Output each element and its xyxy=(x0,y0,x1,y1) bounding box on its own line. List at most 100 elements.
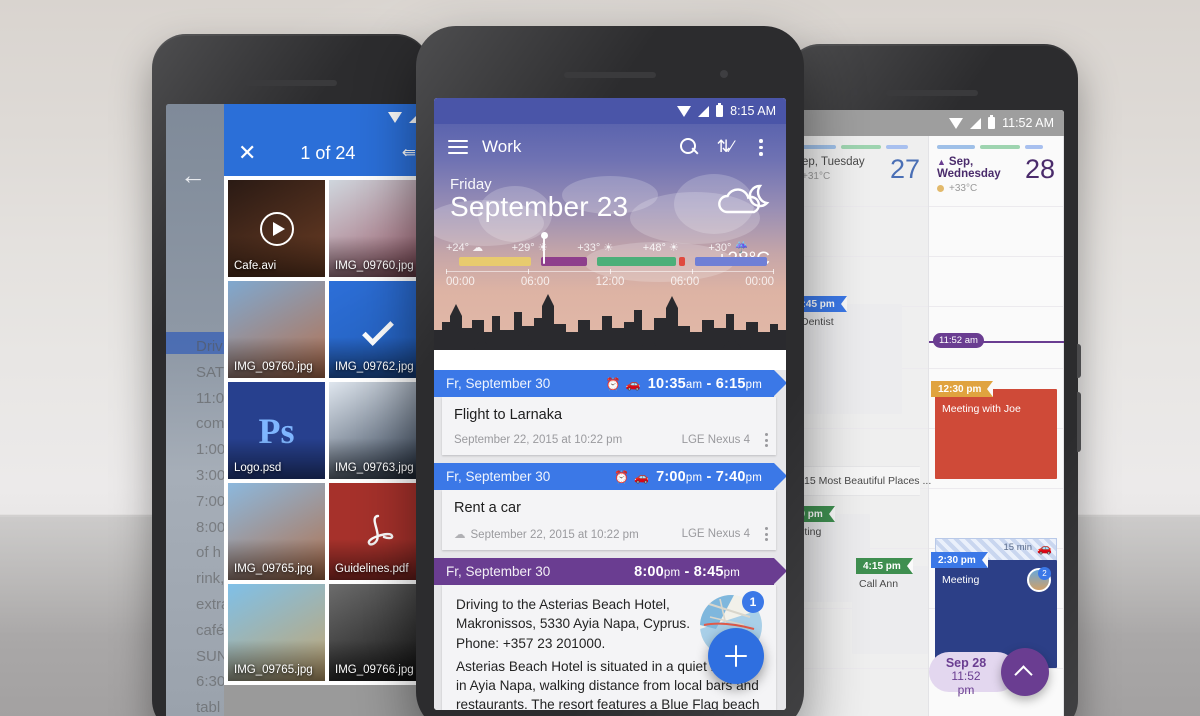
left-phone-device: ← Driv SAT 11:0 com 1:00 3:00 7:00 8:00 of h rink… xyxy=(152,34,430,716)
gallery-tile[interactable]: IMG_09762.jpg xyxy=(329,281,426,378)
attendee-count-badge: 2 xyxy=(1038,567,1051,580)
event-title: Rent a car xyxy=(454,500,521,516)
file-name: IMG_09765.jpg xyxy=(234,563,313,575)
right-phone-device: 11:52 AM ep, Tuesday +31°C 27 1:45 pm De… xyxy=(786,44,1081,716)
wifi-icon xyxy=(388,111,402,123)
selection-count: 1 of 24 xyxy=(300,142,356,163)
day-number: 27 xyxy=(889,154,920,184)
event-ribbon: Fr, September 30 8:00pm - 8:45pm xyxy=(434,558,786,585)
app-title: Work xyxy=(482,137,522,156)
gallery-tile[interactable]: IMG_09763.jpg xyxy=(329,382,426,479)
travel-duration: 15 min xyxy=(1003,542,1032,553)
file-name: IMG_09765.jpg xyxy=(234,664,313,676)
forecast-bar-3 xyxy=(678,257,686,266)
event-start-ampm: pm xyxy=(685,471,703,484)
center-phone-device: 8:15 AM Work ⇅⁄ Friday September 23 +24°… xyxy=(416,26,804,716)
wifi-icon xyxy=(949,117,964,129)
timeline-hour-4: 00:00 xyxy=(745,276,775,288)
calendar-week-view: ep, Tuesday +31°C 27 1:45 pm Dentist 15 … xyxy=(794,136,1064,716)
day-number: 28 xyxy=(1024,154,1055,184)
left-phone-screen: ← Driv SAT 11:0 com 1:00 3:00 7:00 8:00 of h rink… xyxy=(166,104,430,716)
overflow-menu-icon[interactable] xyxy=(750,136,772,158)
sync-disabled-icon[interactable]: ⇅⁄ xyxy=(714,136,736,158)
battery-icon xyxy=(716,103,724,117)
event-date: Fr, September 30 xyxy=(446,469,551,484)
earpiece xyxy=(886,90,978,96)
gallery-tile[interactable]: IMG_09765.jpg xyxy=(228,584,325,681)
weather-hero: Work ⇅⁄ Friday September 23 +24° ☁ +29° … xyxy=(434,124,786,350)
calendar-event-call-ann[interactable]: 4:15 pm Call Ann xyxy=(852,558,928,654)
cloud-moon-icon xyxy=(718,184,770,214)
current-time-label: 11:52 am xyxy=(933,333,984,348)
file-name: IMG_09766.jpg xyxy=(335,664,414,676)
event-end-ampm: pm xyxy=(745,378,762,391)
share-icon[interactable]: ⇚ xyxy=(402,143,416,163)
event-item-flight[interactable]: Fr, September 30 ⏰ 🚗 10:35am - 6:15pm Fl… xyxy=(434,370,786,455)
day-temperature: +31°C xyxy=(802,171,831,182)
event-time-flag: 2:30 pm xyxy=(931,552,988,568)
calendar-day-column-28[interactable]: ▲ Sep, Wednesday +33°C 28 11:52 am 12:30 … xyxy=(929,136,1064,716)
event-title: Meeting with Joe xyxy=(942,403,1021,415)
wifi-icon xyxy=(677,105,692,117)
event-time-flag: 12:30 pm xyxy=(931,381,994,397)
center-phone-screen: 8:15 AM Work ⇅⁄ Friday September 23 +24°… xyxy=(434,98,786,710)
gallery-tile[interactable]: Cafe.avi xyxy=(228,180,325,277)
gallery-tile[interactable]: IMG_09760.jpg xyxy=(329,180,426,277)
event-start-ampm: am xyxy=(685,378,703,391)
rain-icon: ☔ xyxy=(734,242,749,254)
gallery-tile[interactable]: Guidelines.pdf xyxy=(329,483,426,580)
calendar-day-column-27[interactable]: ep, Tuesday +31°C 27 1:45 pm Dentist 15 … xyxy=(794,136,931,716)
app-bar: Work ⇅⁄ xyxy=(434,124,786,170)
event-item-rent-car[interactable]: Fr, September 30 ⏰ 🚗 7:00pm - 7:40pm Ren… xyxy=(434,463,786,550)
overflow-menu-icon[interactable] xyxy=(765,527,768,541)
event-ribbon: Fr, September 30 ⏰ 🚗 7:00pm - 7:40pm xyxy=(434,463,786,490)
scroll-up-fab[interactable] xyxy=(1001,648,1049,696)
event-title: Dentist xyxy=(801,316,834,328)
scene: ← Driv SAT 11:0 com 1:00 3:00 7:00 8:00 of h rink… xyxy=(0,0,1200,716)
forecast-bar-0 xyxy=(459,257,532,266)
event-ribbon: Fr, September 30 ⏰ 🚗 10:35am - 6:15pm xyxy=(434,370,786,397)
event-card[interactable]: Flight to Larnaka September 22, 2015 at … xyxy=(442,397,776,455)
gallery-tile[interactable]: Ps Logo.psd xyxy=(228,382,325,479)
gallery-app-bar: ✕ 1 of 24 ⇚ xyxy=(224,130,430,176)
right-status-bar: 11:52 AM xyxy=(794,110,1064,136)
device-name: LGE Nexus 4 xyxy=(681,528,750,540)
day-label: ep, Tuesday xyxy=(802,156,865,168)
forecast-temp-0: +24° ☁ xyxy=(446,242,484,254)
play-icon[interactable] xyxy=(259,211,294,246)
search-icon[interactable] xyxy=(678,136,700,158)
event-date: Fr, September 30 xyxy=(446,564,551,579)
day-header-27: ep, Tuesday +31°C 27 xyxy=(794,136,928,190)
front-camera xyxy=(720,70,728,78)
back-arrow-icon[interactable]: ← xyxy=(180,160,206,191)
avatar[interactable]: 2 xyxy=(1027,567,1051,592)
forecast-temp-3: +48° ☀ xyxy=(642,242,679,254)
calendar-event-meeting-joe[interactable]: 12:30 pm Meeting with Joe xyxy=(931,381,1057,479)
calendar-event-article[interactable]: 15 Most Beautiful Places ... xyxy=(794,466,931,496)
left-status-bar xyxy=(224,104,430,130)
event-start-time: 7:00 xyxy=(656,468,686,485)
sync-timestamp: September 22, 2015 at 10:22 pm xyxy=(454,434,623,446)
gallery-tile[interactable]: IMG_09765.jpg xyxy=(228,483,325,580)
sun-icon: ☀ xyxy=(668,242,679,254)
file-name: IMG_09762.jpg xyxy=(335,361,414,373)
car-icon: 🚗 xyxy=(634,469,650,484)
hamburger-menu-icon[interactable] xyxy=(448,136,468,158)
add-event-fab[interactable] xyxy=(708,628,764,684)
clock: 11:52 AM xyxy=(1002,116,1054,130)
event-meta: ☁ September 22, 2015 at 10:22 pm LGE Nexu… xyxy=(454,527,768,541)
timeline-axis xyxy=(446,269,774,274)
gallery-panel: ✕ 1 of 24 ⇚ Cafe.avi IMG_09760.jpg IMG_0… xyxy=(224,104,430,716)
calendar-event-dentist[interactable]: 1:45 pm Dentist xyxy=(794,296,902,414)
gallery-tile[interactable]: IMG_09760.jpg xyxy=(228,281,325,378)
gallery-tile[interactable]: IMG_09766.jpg xyxy=(329,584,426,681)
cloud-icon: ☁ xyxy=(472,242,484,254)
device-name: LGE Nexus 4 xyxy=(681,434,750,446)
alarm-icon: ⏰ xyxy=(614,469,630,484)
timeline-hour-0: 00:00 xyxy=(446,276,475,288)
event-start-time: 10:35 xyxy=(647,375,686,392)
event-card[interactable]: Rent a car ☁ September 22, 2015 at 10:22 … xyxy=(442,490,776,550)
overflow-menu-icon[interactable] xyxy=(765,433,768,447)
forecast-bar-1 xyxy=(541,257,588,266)
forecast-temp-2: +33° ☀ xyxy=(577,242,614,254)
